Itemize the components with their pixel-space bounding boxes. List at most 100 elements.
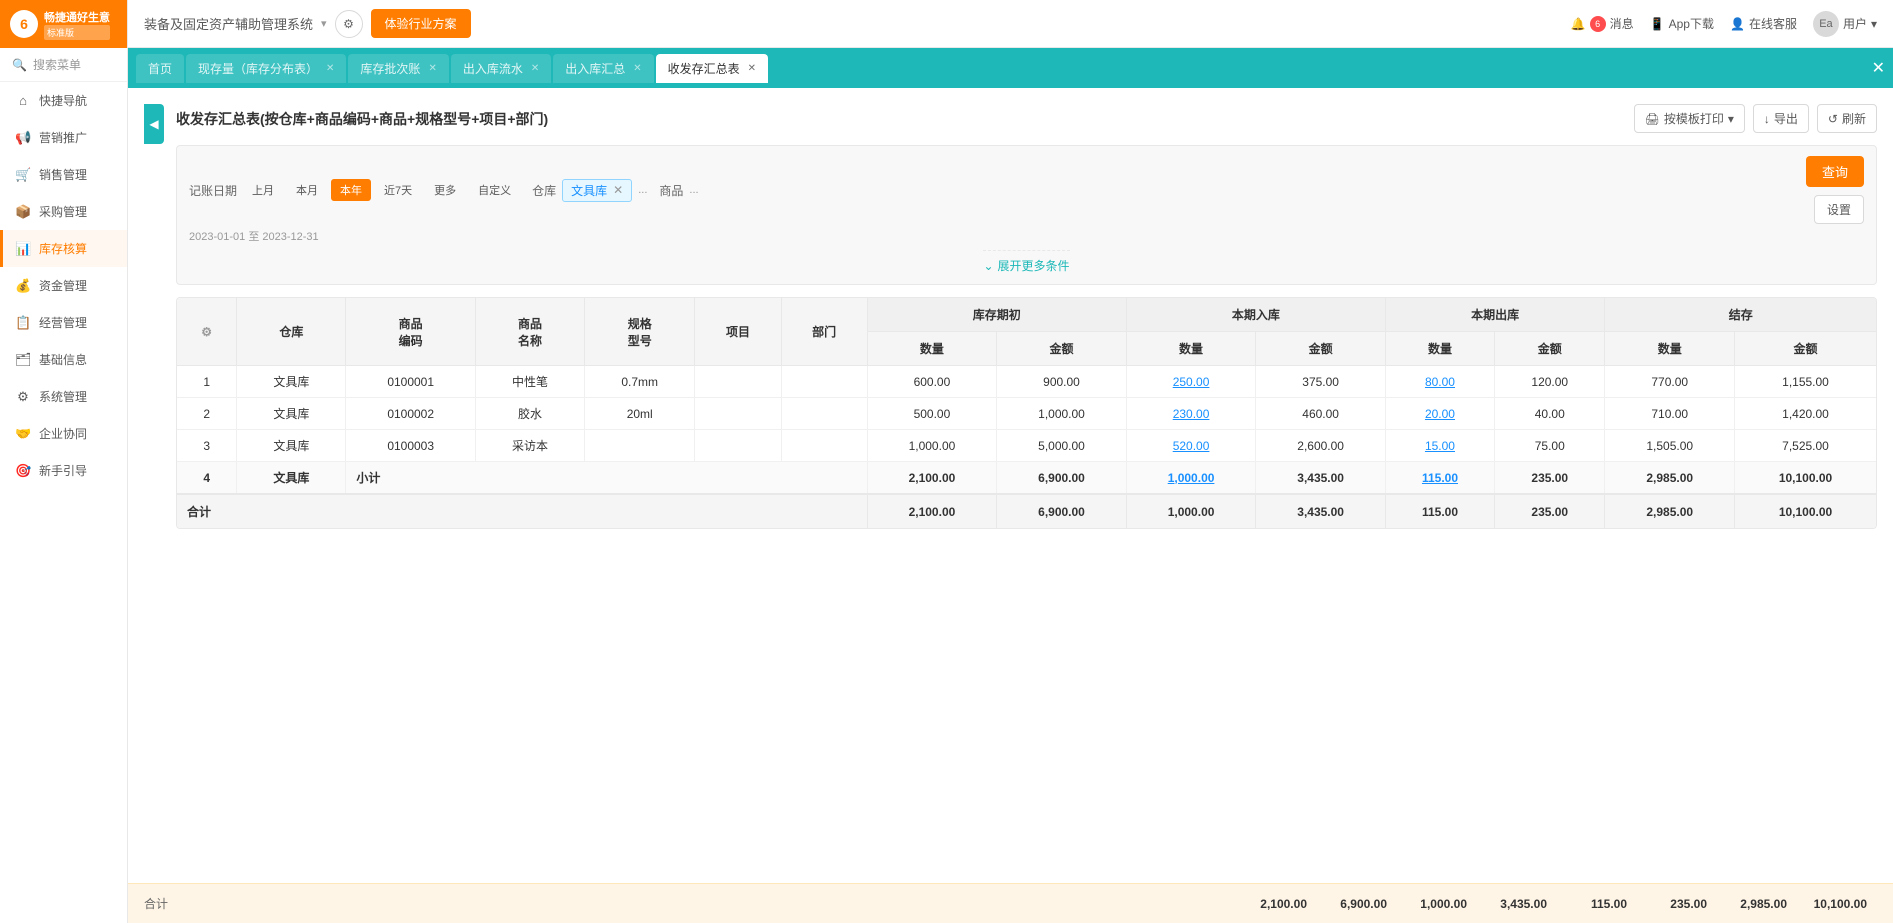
sidebar-item-system[interactable]: ⚙ 系统管理 [0,378,127,415]
sidebar-item-operation-label: 经营管理 [39,314,87,331]
sidebar-item-enterprise[interactable]: 🤝 企业协同 [0,415,127,452]
settings-button[interactable]: ⚙ [335,10,363,38]
experience-btn[interactable]: 体验行业方案 [371,9,471,38]
sidebar-item-marketing[interactable]: 📢 营销推广 [0,119,127,156]
search-icon: 🔍 [12,58,27,72]
tab-stock-dist-close[interactable]: ✕ [326,63,334,74]
table-row: 2 文具库 0100002 胶水 20ml 500.00 1,000.00 23… [177,398,1876,430]
footer-bottom-in-qty: 1,000.00 [1397,897,1477,911]
sidebar-item-operation[interactable]: 📋 经营管理 [0,304,127,341]
row-dept [781,430,867,462]
tab-home[interactable]: 首页 [136,54,184,83]
table-row: 3 文具库 0100003 采访本 1,000.00 5,000.00 520.… [177,430,1876,462]
sidebar-item-basic[interactable]: 🗂 基础信息 [0,341,127,378]
settings-filter-btn[interactable]: 设置 [1814,195,1864,224]
notification-icon: 🔔 [1571,17,1586,31]
tab-inout-flow-close[interactable]: ✕ [531,63,539,74]
filter-toggle-btn[interactable]: ◀ [144,104,164,144]
row-dept [781,366,867,398]
subtotal-no: 4 [177,462,237,495]
tab-batch[interactable]: 库存批次账 ✕ [348,54,448,83]
search-menu[interactable]: 🔍 搜索菜单 [0,48,127,82]
row-out-amt: 75.00 [1495,430,1605,462]
guide-icon: 🎯 [15,463,31,479]
online-service-item[interactable]: 👤 在线客服 [1730,15,1797,32]
footer-bottom-open-amt: 6,900.00 [1317,897,1397,911]
sidebar-item-basic-label: 基础信息 [39,351,87,368]
query-button[interactable]: 查询 [1806,156,1864,187]
date-btn-custom[interactable]: 自定义 [469,179,520,201]
subtotal-out-qty[interactable]: 115.00 [1385,462,1494,495]
tab-inout-flow[interactable]: 出入库流水 ✕ [451,54,551,83]
warehouse-tag-remove[interactable]: ✕ [613,183,623,197]
page-title: 收发存汇总表(按仓库+商品编码+商品+规格型号+项目+部门) [176,109,548,129]
export-btn[interactable]: ↓ 导出 [1753,104,1809,133]
date-btn-this-month[interactable]: 本月 [287,179,327,201]
col-close-qty-header: 数量 [1605,332,1735,366]
product-more[interactable]: ... [689,184,698,196]
topbar-right: 🔔 6 消息 📱 App下载 👤 在线客服 Ea 用户 ▾ [1571,11,1877,37]
tab-inout-summary-close[interactable]: ✕ [633,63,641,74]
row-in-qty[interactable]: 520.00 [1126,430,1256,462]
date-btn-this-year[interactable]: 本年 [331,179,371,201]
row-code: 0100001 [346,366,476,398]
row-in-amt: 2,600.00 [1256,430,1386,462]
system-icon: ⚙ [15,389,31,405]
data-table: ⚙ 仓库 商品编码 商品名称 规格型号 项目 部门 库存期初 本期入库 本期出库 [177,298,1876,528]
footer-open-qty: 2,100.00 [867,494,997,528]
sidebar-item-sales-label: 销售管理 [39,166,87,183]
tab-stock-dist[interactable]: 现存量（库存分布表） ✕ [186,54,346,83]
row-close-amt: 7,525.00 [1735,430,1876,462]
date-btn-last-month[interactable]: 上月 [243,179,283,201]
date-btn-more[interactable]: 更多 [425,179,465,201]
col-settings-header[interactable]: ⚙ [177,298,237,366]
expand-filter-btn[interactable]: ⌄ 展开更多条件 [983,250,1069,274]
warehouse-filter: 仓库 文具库 ✕ ... [532,179,647,202]
app-download-item[interactable]: 📱 App下载 [1650,15,1714,32]
user-item[interactable]: Ea 用户 ▾ [1813,11,1877,37]
row-warehouse: 文具库 [237,430,346,462]
sidebar-item-quick-nav[interactable]: ⌂ 快捷导航 [0,82,127,119]
row-in-qty[interactable]: 250.00 [1126,366,1256,398]
row-out-qty[interactable]: 80.00 [1385,366,1494,398]
row-out-qty[interactable]: 15.00 [1385,430,1494,462]
footer-in-amt: 3,435.00 [1256,494,1386,528]
row-out-qty[interactable]: 20.00 [1385,398,1494,430]
tab-inout-summary[interactable]: 出入库汇总 ✕ [553,54,653,83]
date-btn-7days[interactable]: 近7天 [375,179,421,201]
row-in-qty[interactable]: 230.00 [1126,398,1256,430]
warehouse-more[interactable]: ... [638,184,647,196]
row-project [695,366,781,398]
footer-bottom-open-qty: 2,100.00 [1237,897,1317,911]
subtotal-in-qty[interactable]: 1,000.00 [1126,462,1256,495]
tab-recv-send-close[interactable]: ✕ [748,63,756,74]
row-spec: 0.7mm [585,366,695,398]
col-project-header: 项目 [695,298,781,366]
footer-values: 2,100.00 6,900.00 1,000.00 3,435.00 115.… [484,897,1877,911]
warehouse-tag-value: 文具库 [571,182,607,199]
search-menu-label: 搜索菜单 [33,56,81,73]
tab-recv-send[interactable]: 收发存汇总表 ✕ [656,54,768,83]
enterprise-icon: 🤝 [15,426,31,442]
footer-close-amt: 10,100.00 [1735,494,1876,528]
print-btn-label: 按模板打印 [1664,110,1724,127]
sidebar-item-purchase[interactable]: 📦 采购管理 [0,193,127,230]
refresh-btn[interactable]: ↺ 刷新 [1817,104,1877,133]
close-all-tabs[interactable]: ✕ [1872,58,1885,78]
sidebar-item-guide[interactable]: 🎯 新手引导 [0,452,127,489]
row-name: 采访本 [475,430,584,462]
sidebar-item-inventory[interactable]: 📊 库存核算 [0,230,127,267]
tab-batch-close[interactable]: ✕ [428,63,436,74]
sidebar-item-sales[interactable]: 🛒 销售管理 [0,156,127,193]
print-btn[interactable]: 🖨 按模板打印 ▾ [1634,104,1745,133]
row-project [695,398,781,430]
sidebar-item-finance[interactable]: 💰 资金管理 [0,267,127,304]
notification-item[interactable]: 🔔 6 消息 [1571,15,1634,32]
sidebar-logo: 6 畅捷通好生意 标准版 [0,0,127,48]
system-title: 装备及固定资产辅助管理系统 [144,14,313,33]
product-filter-label: 商品 [659,182,683,199]
row-spec: 20ml [585,398,695,430]
expand-filter-row: ⌄ 展开更多条件 [189,244,1864,274]
system-dropdown-icon: ▾ [321,17,327,30]
logo-icon: 6 [10,10,38,38]
